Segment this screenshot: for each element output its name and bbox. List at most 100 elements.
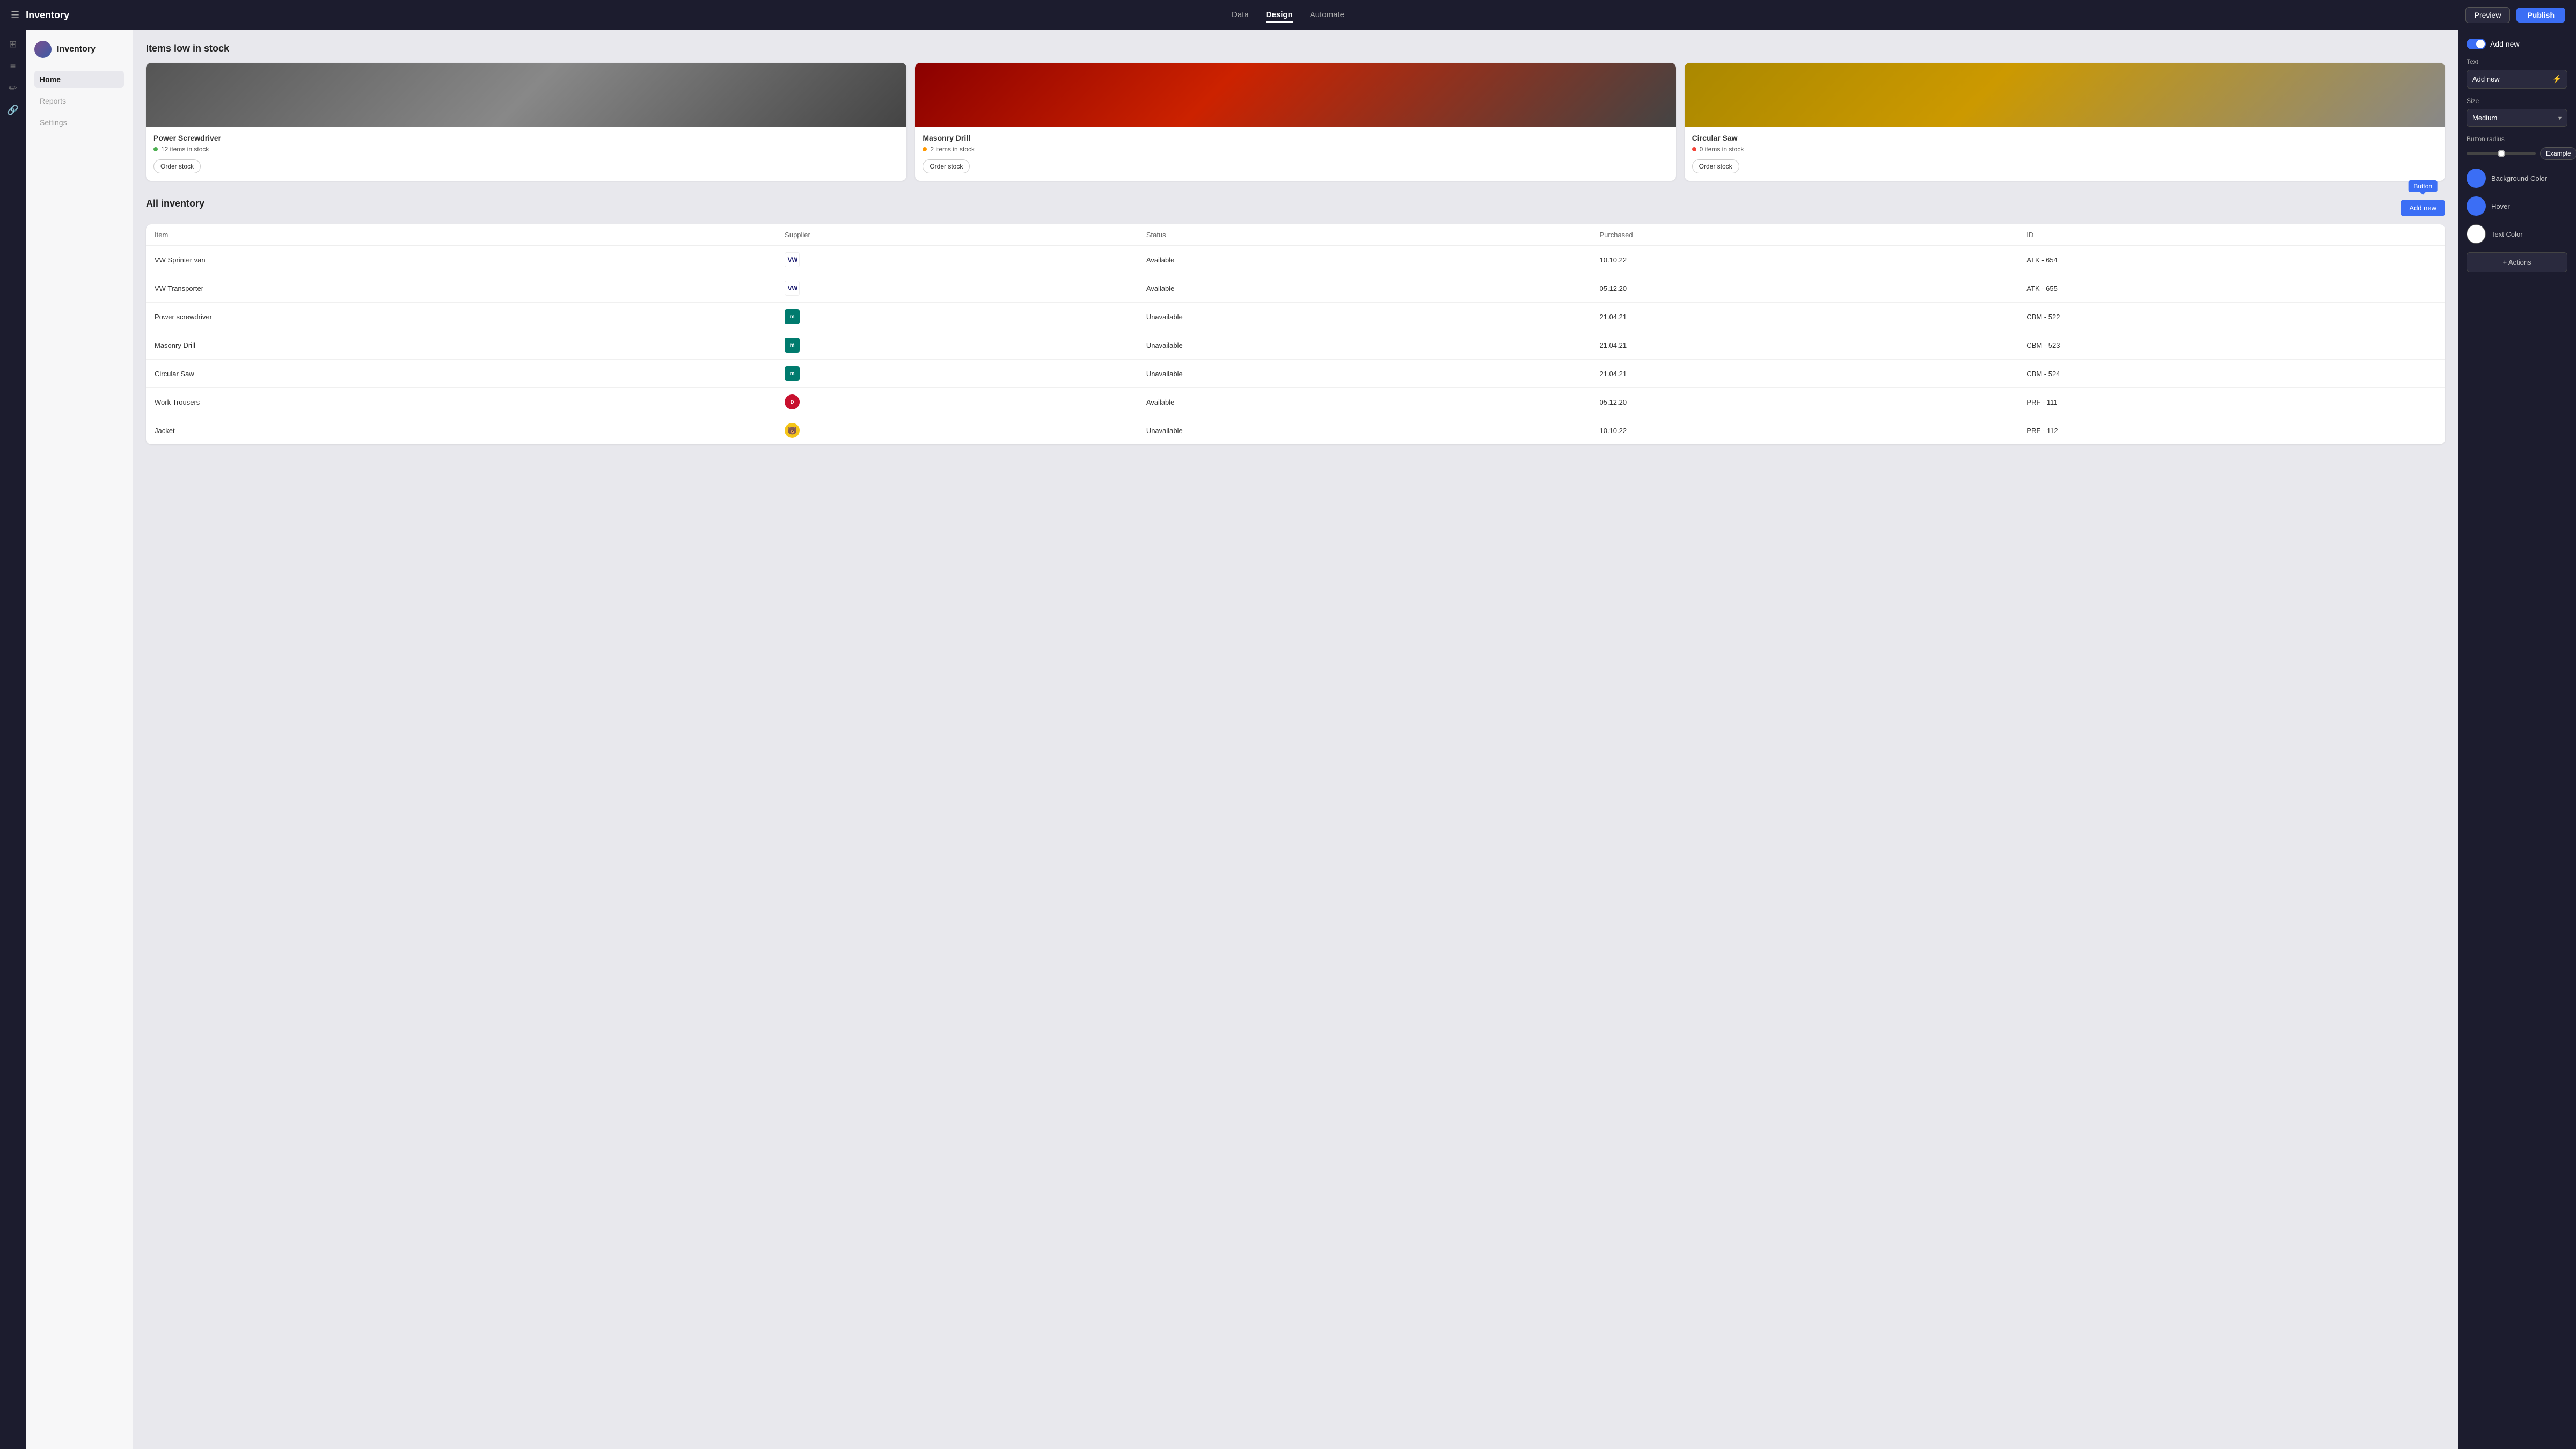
radius-section: Button radius Example xyxy=(2467,135,2567,160)
main-layout: ⊞ ≡ ✏ 🔗 Inventory Home Reports Settings … xyxy=(0,30,2576,1449)
radius-slider[interactable] xyxy=(2467,152,2536,155)
text-color-swatch xyxy=(2467,224,2486,244)
svg-text:VW: VW xyxy=(788,257,797,264)
add-new-button[interactable]: Add new xyxy=(2401,200,2445,216)
panel-add-new[interactable]: Add new xyxy=(2467,39,2567,49)
supplier-logo: 🐻 xyxy=(785,423,800,438)
status-text-drill: 2 items in stock xyxy=(930,145,975,153)
supplier-logo: D xyxy=(785,394,800,409)
app-header: Inventory xyxy=(34,41,124,58)
cell-status: Available xyxy=(1138,274,1591,303)
size-select[interactable]: Medium ▾ xyxy=(2467,109,2567,127)
actions-button[interactable]: + Actions xyxy=(2467,252,2567,272)
icon-sidebar: ⊞ ≡ ✏ 🔗 xyxy=(0,30,26,1449)
cell-item: Jacket xyxy=(146,416,776,445)
status-dot-drill xyxy=(923,147,927,151)
table-row: Jacket🐻Unavailable10.10.22PRF - 112 xyxy=(146,416,2445,445)
cell-item: VW Transporter xyxy=(146,274,776,303)
edit-icon[interactable]: ✏ xyxy=(9,83,17,94)
status-dot-saw xyxy=(1692,147,1696,151)
cell-supplier: 🐻 xyxy=(776,416,1138,445)
cell-status: Available xyxy=(1138,246,1591,274)
app-logo xyxy=(34,41,52,58)
hover-color-row[interactable]: Hover xyxy=(2467,196,2567,216)
col-supplier: Supplier xyxy=(776,224,1138,246)
cards-grid: Power Screwdriver 12 items in stock Orde… xyxy=(146,63,2445,181)
hover-color-label: Hover xyxy=(2491,202,2510,210)
order-btn-screwdriver[interactable]: Order stock xyxy=(153,159,201,173)
right-panel: Add new Text Add new ⚡ Size Medium ▾ But… xyxy=(2458,30,2576,1449)
tab-automate[interactable]: Automate xyxy=(1310,8,1344,23)
cell-supplier: m xyxy=(776,303,1138,331)
card-status-screwdriver: 12 items in stock xyxy=(153,145,899,153)
table-row: VW TransporterVWAvailable05.12.20ATK - 6… xyxy=(146,274,2445,303)
col-status: Status xyxy=(1138,224,1591,246)
chevron-down-icon: ▾ xyxy=(2558,114,2562,122)
cell-id: ATK - 654 xyxy=(2018,246,2445,274)
card-status-drill: 2 items in stock xyxy=(923,145,1668,153)
status-text-saw: 0 items in stock xyxy=(1700,145,1744,153)
add-new-tooltip: Button xyxy=(2408,180,2438,192)
tab-design[interactable]: Design xyxy=(1266,8,1293,23)
table-header-row: All inventory Button Add new xyxy=(146,198,2445,218)
table-row: Work TrousersDAvailable05.12.20PRF - 111 xyxy=(146,388,2445,416)
menu-icon[interactable]: ☰ xyxy=(11,10,19,21)
text-label: Text xyxy=(2467,58,2567,65)
example-button[interactable]: Example xyxy=(2540,147,2576,160)
order-btn-saw[interactable]: Order stock xyxy=(1692,159,1739,173)
card-body-saw: Circular Saw 0 items in stock Order stoc… xyxy=(1685,127,2445,181)
sidebar-item-settings[interactable]: Settings xyxy=(34,114,124,131)
link-icon[interactable]: 🔗 xyxy=(7,105,19,116)
card-img-drill xyxy=(915,63,1675,127)
cell-item: Power screwdriver xyxy=(146,303,776,331)
add-new-overlay: Button Add new xyxy=(2401,200,2445,216)
radius-row: Example xyxy=(2467,147,2567,160)
app-sidebar: Inventory Home Reports Settings xyxy=(26,30,133,1449)
card-status-saw: 0 items in stock xyxy=(1692,145,2438,153)
cell-id: PRF - 112 xyxy=(2018,416,2445,445)
bg-color-row[interactable]: Background Color xyxy=(2467,169,2567,188)
supplier-logo: m xyxy=(785,338,800,353)
text-color-label: Text Color xyxy=(2491,230,2523,238)
size-label: Size xyxy=(2467,97,2567,105)
tab-data[interactable]: Data xyxy=(1232,8,1249,23)
all-inventory-title: All inventory xyxy=(146,198,204,209)
card-body-drill: Masonry Drill 2 items in stock Order sto… xyxy=(915,127,1675,181)
cell-purchased: 21.04.21 xyxy=(1591,331,2018,360)
cell-purchased: 21.04.21 xyxy=(1591,303,2018,331)
text-input-value: Add new xyxy=(2472,75,2500,83)
list-icon[interactable]: ≡ xyxy=(10,61,16,72)
table-row: Power screwdrivermUnavailable21.04.21CBM… xyxy=(146,303,2445,331)
layout-icon[interactable]: ⊞ xyxy=(9,39,17,50)
table-row: VW Sprinter vanVWAvailable10.10.22ATK - … xyxy=(146,246,2445,274)
radius-label: Button radius xyxy=(2467,135,2567,143)
app-title: Inventory xyxy=(26,10,69,21)
cell-item: VW Sprinter van xyxy=(146,246,776,274)
cell-item: Masonry Drill xyxy=(146,331,776,360)
table-header: Item Supplier Status Purchased ID xyxy=(146,224,2445,246)
sidebar-item-reports[interactable]: Reports xyxy=(34,92,124,109)
sidebar-item-home[interactable]: Home xyxy=(34,71,124,88)
card-title-saw: Circular Saw xyxy=(1692,134,2438,142)
app-sidebar-title: Inventory xyxy=(57,45,96,54)
panel-text-section: Text Add new ⚡ xyxy=(2467,58,2567,89)
topbar-left: ☰ Inventory xyxy=(11,10,129,21)
status-text-screwdriver: 12 items in stock xyxy=(161,145,209,153)
cell-purchased: 05.12.20 xyxy=(1591,274,2018,303)
cell-supplier: D xyxy=(776,388,1138,416)
card-title-drill: Masonry Drill xyxy=(923,134,1668,142)
cell-supplier: m xyxy=(776,331,1138,360)
cell-supplier: VW xyxy=(776,274,1138,303)
cell-status: Available xyxy=(1138,388,1591,416)
publish-button[interactable]: Publish xyxy=(2516,8,2565,23)
add-new-toggle[interactable] xyxy=(2467,39,2486,49)
order-btn-drill[interactable]: Order stock xyxy=(923,159,970,173)
cell-item: Work Trousers xyxy=(146,388,776,416)
preview-button[interactable]: Preview xyxy=(2465,7,2511,23)
text-input-field[interactable]: Add new ⚡ xyxy=(2467,70,2567,89)
topbar-nav: Data Design Automate xyxy=(129,8,2447,23)
low-stock-title: Items low in stock xyxy=(146,43,2445,54)
cell-item: Circular Saw xyxy=(146,360,776,388)
bg-color-swatch xyxy=(2467,169,2486,188)
text-color-row[interactable]: Text Color xyxy=(2467,224,2567,244)
